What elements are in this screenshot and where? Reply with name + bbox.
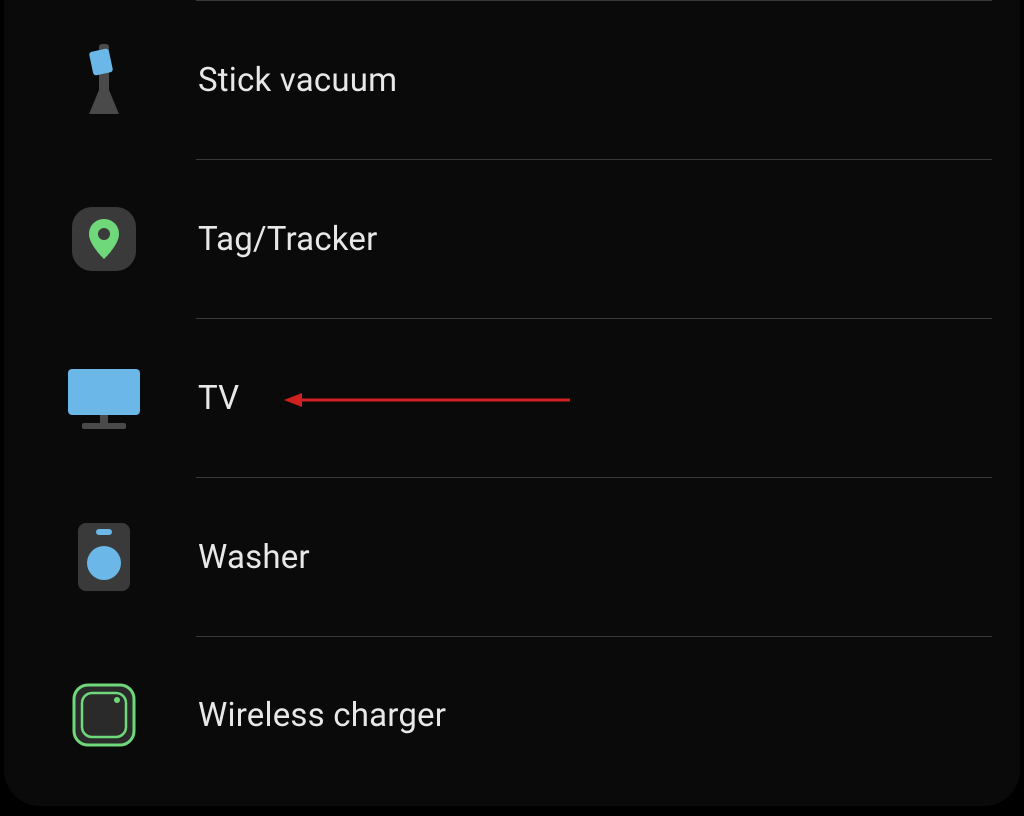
list-item-tv[interactable]: TV: [4, 319, 1020, 477]
list-item-label: Wireless charger: [198, 696, 446, 735]
list-item-label: Stick vacuum: [198, 61, 397, 100]
list-item-tag-tracker[interactable]: Tag/Tracker: [4, 160, 1020, 318]
device-list: Stick vacuum Tag/Tracker: [4, 0, 1020, 793]
list-item-wireless-charger[interactable]: Wireless charger: [4, 637, 1020, 793]
list-item-label: TV: [198, 379, 239, 418]
stick-vacuum-icon: [64, 40, 144, 120]
list-item-label: Washer: [198, 538, 310, 577]
list-item-washer[interactable]: Washer: [4, 478, 1020, 636]
washer-icon: [64, 517, 144, 597]
tag-tracker-icon: [64, 199, 144, 279]
list-item-stick-vacuum[interactable]: Stick vacuum: [4, 1, 1020, 159]
device-list-panel: Stick vacuum Tag/Tracker: [4, 0, 1020, 806]
tv-icon: [64, 358, 144, 438]
list-item-label: Tag/Tracker: [198, 220, 378, 259]
wireless-charger-icon: [64, 675, 144, 755]
